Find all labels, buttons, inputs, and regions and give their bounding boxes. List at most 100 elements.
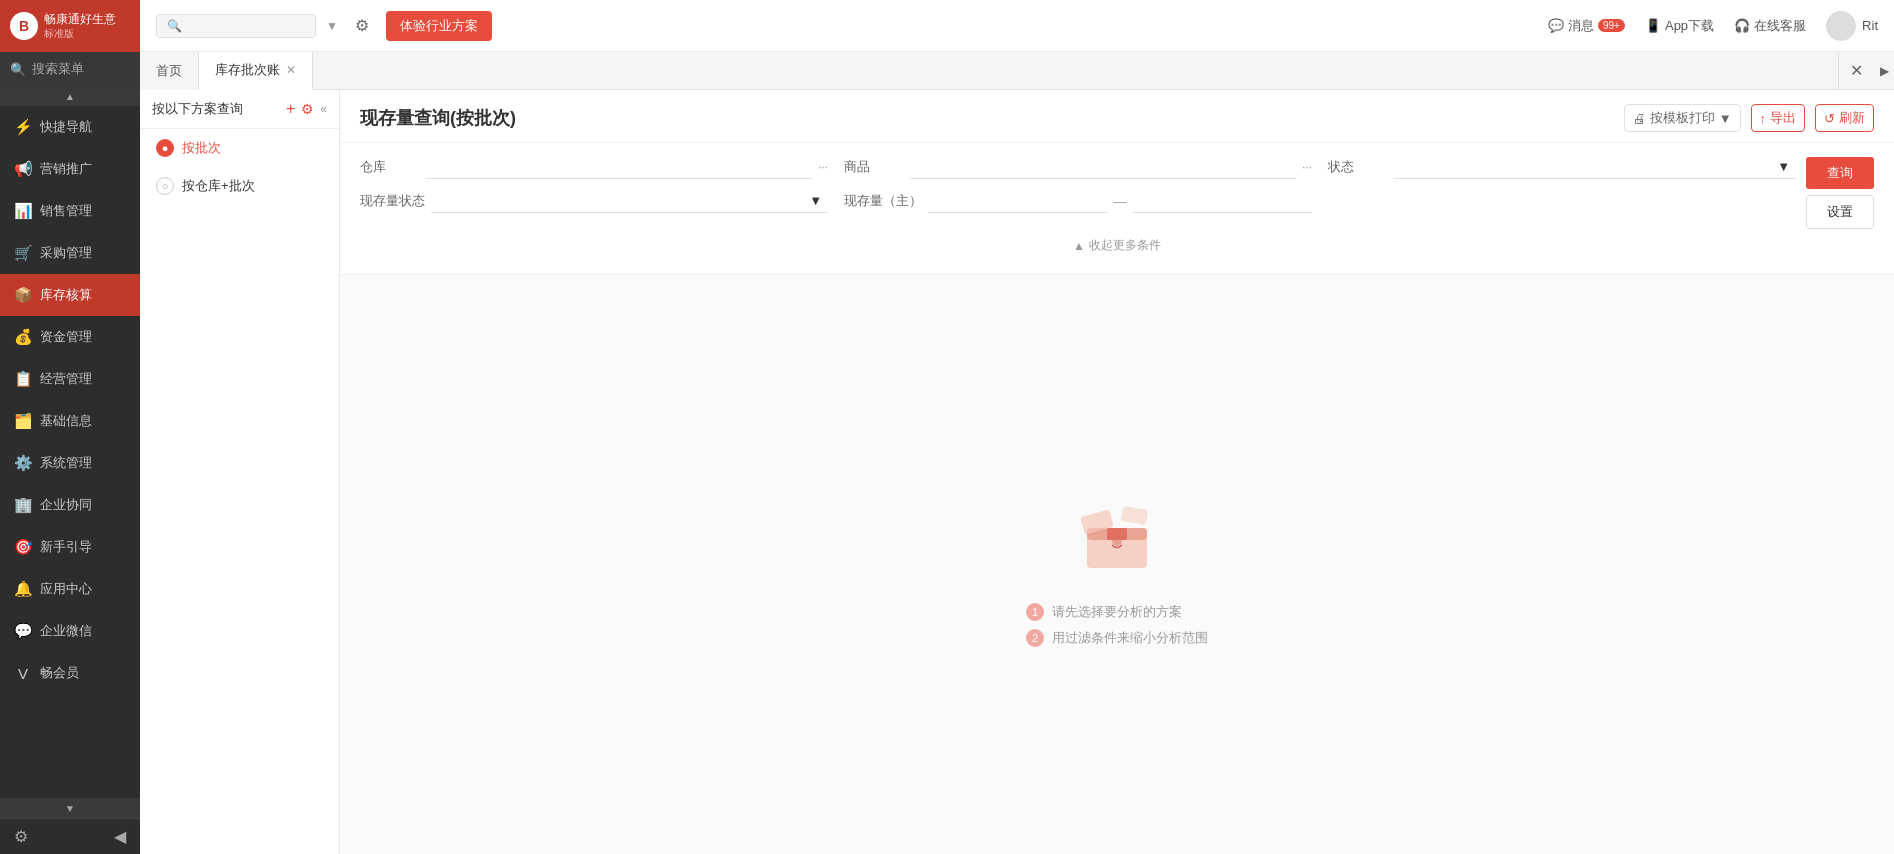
sidebar-item-quick-nav[interactable]: ⚡ 快捷导航 [0, 106, 140, 148]
empty-state: 1 请先选择要分析的方案 2 用过滤条件来缩小分析范围 [340, 275, 1894, 854]
tab-batch-account[interactable]: 库存批次账 ✕ [199, 52, 313, 90]
collapse-more-btn[interactable]: ▲ 收起更多条件 [360, 229, 1874, 262]
product-more-btn[interactable]: ··· [1302, 160, 1312, 174]
basic-icon: 🗂️ [14, 412, 32, 430]
tabbar: 首页 库存批次账 ✕ ✕ ▶ [140, 52, 1894, 90]
app-center-icon: 🔔 [14, 580, 32, 598]
settings-icon[interactable]: ⚙ [14, 827, 28, 846]
purchase-icon: 🛒 [14, 244, 32, 262]
page-content: 按以下方案查询 + ⚙ « ● 按批次 ○ 按仓库+批次 现存量查询(按批次) [140, 90, 1894, 854]
user-menu[interactable]: Rit [1826, 11, 1878, 41]
sidebar-item-inventory[interactable]: 📦 库存核算 [0, 274, 140, 316]
query-btn[interactable]: 查询 [1806, 157, 1874, 189]
sidebar-item-basic[interactable]: 🗂️ 基础信息 [0, 400, 140, 442]
sidebar-item-purchase[interactable]: 🛒 采购管理 [0, 232, 140, 274]
sidebar-bottom: ⚙ ◀ [0, 818, 140, 854]
svg-rect-4 [1121, 506, 1148, 525]
user-name: Rit [1862, 18, 1878, 33]
sidebar-item-app-center[interactable]: 🔔 应用中心 [0, 568, 140, 610]
stock-qty-max-input[interactable] [1133, 189, 1313, 213]
left-panel: 按以下方案查询 + ⚙ « ● 按批次 ○ 按仓库+批次 [140, 90, 340, 854]
tab-home[interactable]: 首页 [140, 52, 199, 90]
sidebar-item-enterprise[interactable]: 🏢 企业协同 [0, 484, 140, 526]
tabbar-right-btn[interactable]: ▶ [1874, 53, 1894, 89]
topbar-search-box[interactable]: 🔍 [156, 14, 316, 38]
scheme-item-by-batch[interactable]: ● 按批次 [140, 129, 339, 167]
stock-status-select[interactable]: ▼ [431, 189, 828, 213]
vip-icon: V [14, 664, 32, 682]
search-icon: 🔍 [167, 19, 182, 33]
sidebar-item-sales[interactable]: 📊 销售管理 [0, 190, 140, 232]
tabbar-close-all-btn[interactable]: ✕ [1838, 53, 1874, 89]
refresh-btn[interactable]: ↺ 刷新 [1815, 104, 1874, 132]
tip-1-text: 请先选择要分析的方案 [1052, 603, 1182, 621]
scheme-item-by-warehouse-batch[interactable]: ○ 按仓库+批次 [140, 167, 339, 205]
empty-tips: 1 请先选择要分析的方案 2 用过滤条件来缩小分析范围 [1026, 603, 1208, 647]
sidebar-item-label: 库存核算 [40, 286, 92, 304]
tip-1-num: 1 [1026, 603, 1044, 621]
print-dropdown-icon: ▼ [1719, 111, 1732, 126]
filter-product: 商品 ··· [844, 155, 1312, 179]
sales-icon: 📊 [14, 202, 32, 220]
sidebar-item-label: 经营管理 [40, 370, 92, 388]
sidebar-item-marketing[interactable]: 📢 营销推广 [0, 148, 140, 190]
message-btn[interactable]: 💬 消息 99+ [1548, 17, 1625, 35]
status-dropdown-icon: ▼ [1777, 159, 1790, 174]
sidebar-scroll-up[interactable]: ▲ [0, 86, 140, 106]
sidebar-item-label: 应用中心 [40, 580, 92, 598]
online-service-btn[interactable]: 🎧 在线客服 [1734, 17, 1806, 35]
scheme-settings-btn[interactable]: ⚙ [301, 101, 314, 117]
filter-fields: 仓库 ··· 商品 ··· 状态 [360, 155, 1796, 229]
sidebar-item-system[interactable]: ⚙️ 系统管理 [0, 442, 140, 484]
filter-area: 仓库 ··· 商品 ··· 状态 [340, 143, 1894, 275]
collapse-left-panel-btn[interactable]: « [320, 102, 327, 116]
warehouse-more-btn[interactable]: ··· [818, 160, 828, 174]
app-download-btn[interactable]: 📱 App下载 [1645, 17, 1714, 35]
title-actions: 🖨 按模板打印 ▼ ↑ 导出 ↺ 刷新 [1624, 104, 1874, 132]
filter-section: 仓库 ··· 商品 ··· 状态 [360, 155, 1874, 229]
add-scheme-btn[interactable]: + [286, 100, 295, 118]
sidebar-item-operation[interactable]: 📋 经营管理 [0, 358, 140, 400]
sidebar-item-label: 畅会员 [40, 664, 79, 682]
sidebar-item-wechat[interactable]: 💬 企业微信 [0, 610, 140, 652]
empty-illustration [1067, 483, 1167, 583]
search-icon: 🔍 [10, 62, 26, 77]
marketing-icon: 📢 [14, 160, 32, 178]
sidebar-search-menu[interactable]: 🔍 搜索菜单 [0, 52, 140, 86]
left-panel-actions: + ⚙ « [286, 100, 327, 118]
collapse-sidebar-icon[interactable]: ◀ [114, 827, 126, 846]
topbar-settings-btn[interactable]: ⚙ [348, 12, 376, 40]
finance-icon: 💰 [14, 328, 32, 346]
stock-qty-min-input[interactable] [928, 189, 1108, 213]
warehouse-input[interactable] [426, 155, 812, 179]
service-icon: 🎧 [1734, 18, 1750, 33]
print-icon: 🖨 [1633, 111, 1646, 126]
scheme-label-by-batch: 按批次 [182, 139, 221, 157]
status-select[interactable]: ▼ [1394, 155, 1796, 179]
tip-2-num: 2 [1026, 629, 1044, 647]
product-input[interactable] [910, 155, 1296, 179]
sidebar-item-guide[interactable]: 🎯 新手引导 [0, 526, 140, 568]
sidebar-item-finance[interactable]: 💰 资金管理 [0, 316, 140, 358]
experience-btn[interactable]: 体验行业方案 [386, 11, 492, 41]
filter-settings-btn[interactable]: 设置 [1806, 195, 1874, 229]
range-dash: — [1114, 194, 1127, 209]
topbar-right: 💬 消息 99+ 📱 App下载 🎧 在线客服 Rit [1548, 11, 1878, 41]
topbar-dropdown-arrow[interactable]: ▼ [326, 19, 338, 33]
tab-close-icon[interactable]: ✕ [286, 64, 296, 76]
page-title-bar: 现存量查询(按批次) 🖨 按模板打印 ▼ ↑ 导出 ↺ 刷新 [340, 90, 1894, 143]
export-btn[interactable]: ↑ 导出 [1751, 104, 1806, 132]
sidebar-header: B 畅康通好生意 标准版 [0, 0, 140, 52]
filter-row-1: 仓库 ··· 商品 ··· 状态 [360, 155, 1796, 179]
stock-qty-label: 现存量（主） [844, 192, 922, 210]
collapse-up-icon: ▲ [1073, 239, 1085, 253]
enterprise-icon: 🏢 [14, 496, 32, 514]
status-label: 状态 [1328, 158, 1388, 176]
tip-2-text: 用过滤条件来缩小分析范围 [1052, 629, 1208, 647]
print-btn[interactable]: 🖨 按模板打印 ▼ [1624, 104, 1741, 132]
export-icon: ↑ [1760, 111, 1767, 126]
sidebar-item-vip[interactable]: V 畅会员 [0, 652, 140, 694]
scheme-label-by-warehouse-batch: 按仓库+批次 [182, 177, 255, 195]
sidebar-scroll-down[interactable]: ▼ [0, 798, 140, 818]
filter-status: 状态 ▼ [1328, 155, 1796, 179]
